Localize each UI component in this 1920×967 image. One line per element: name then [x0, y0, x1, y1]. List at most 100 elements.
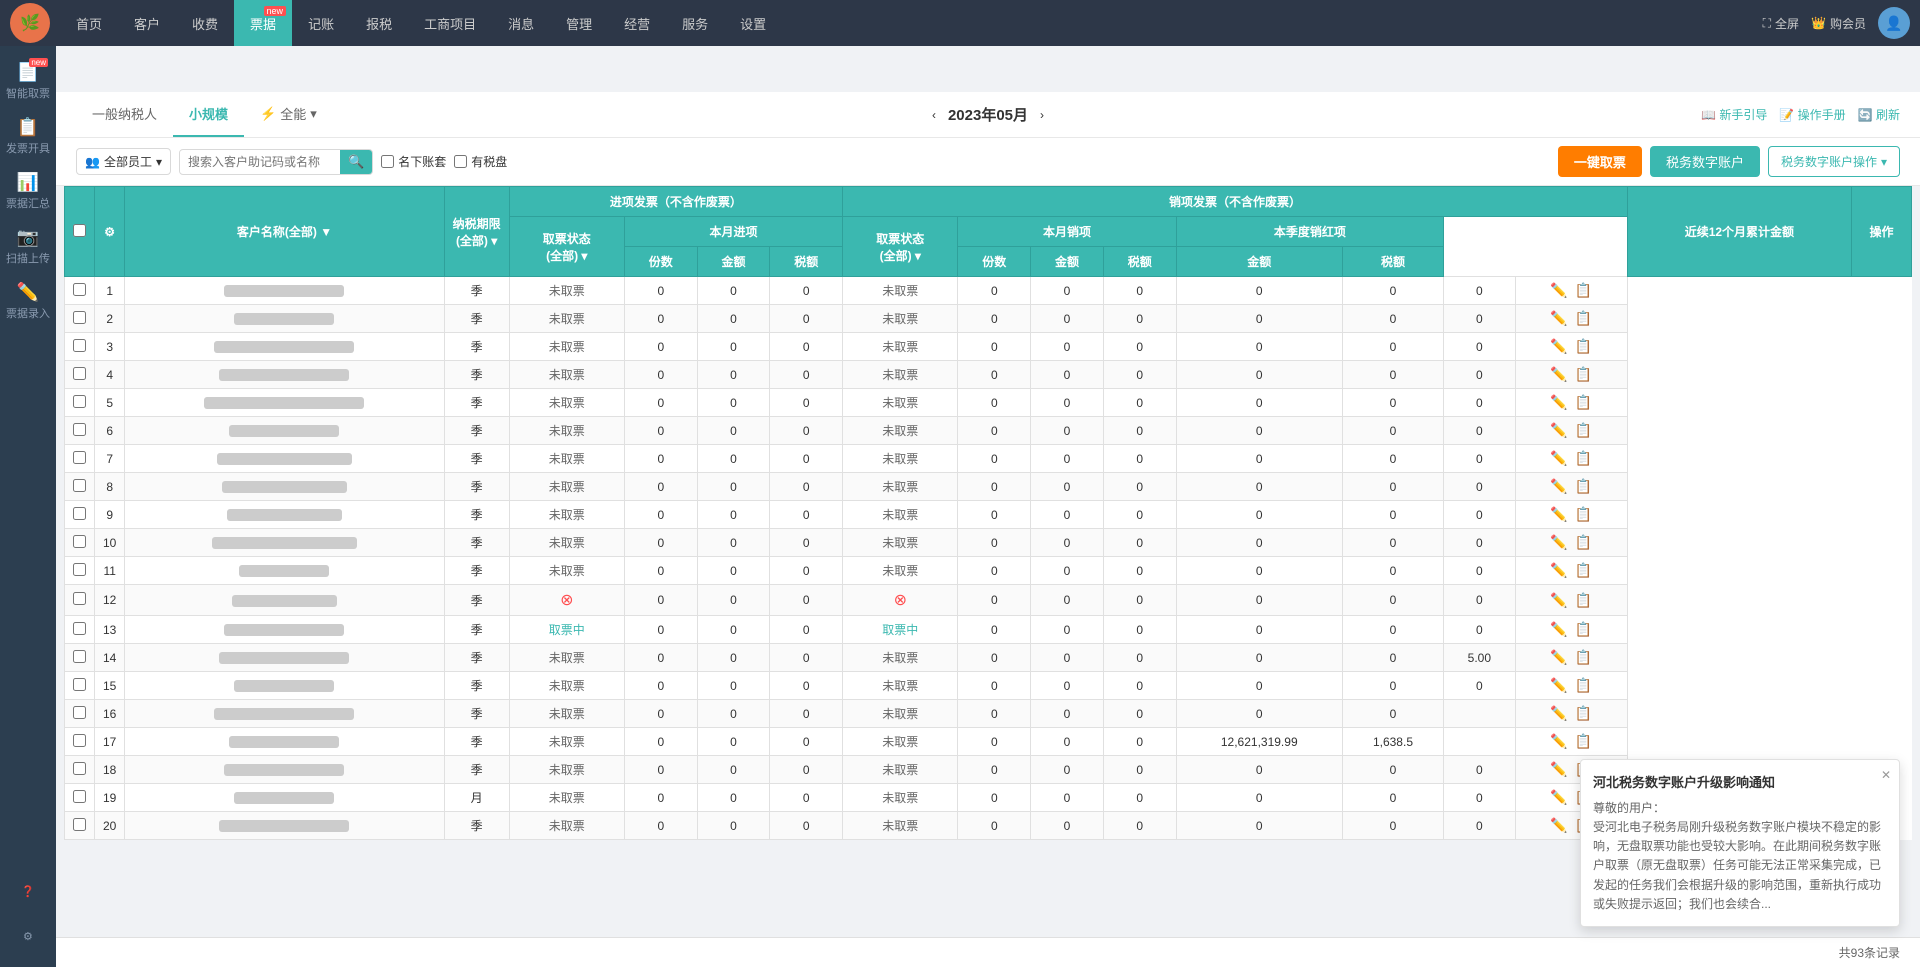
digital-tax-account-btn[interactable]: 税务数字账户: [1650, 146, 1760, 177]
copy-btn[interactable]: 📋: [1575, 705, 1592, 721]
copy-btn[interactable]: 📋: [1575, 422, 1592, 438]
edit-btn[interactable]: ✏️: [1550, 310, 1567, 326]
edit-btn[interactable]: ✏️: [1550, 761, 1567, 777]
row-checkbox[interactable]: [73, 592, 86, 605]
sidebar-item-invoice-summary[interactable]: 📊 票据汇总: [0, 164, 56, 219]
refresh-link[interactable]: 🔄 刷新: [1858, 106, 1900, 123]
row-checkbox[interactable]: [73, 507, 86, 520]
nav-home[interactable]: 首页: [60, 0, 118, 46]
copy-btn[interactable]: 📋: [1575, 338, 1592, 354]
sub-account-checkbox[interactable]: 名下账套: [381, 153, 446, 170]
edit-btn[interactable]: ✏️: [1550, 534, 1567, 550]
edit-btn[interactable]: ✏️: [1550, 677, 1567, 693]
copy-btn[interactable]: 📋: [1575, 450, 1592, 466]
copy-btn[interactable]: 📋: [1575, 478, 1592, 494]
out-status-filter-icon[interactable]: ▾: [915, 249, 921, 263]
row-checkbox[interactable]: [73, 479, 86, 492]
tab-small-scale[interactable]: 小规模: [173, 92, 244, 137]
edit-btn[interactable]: ✏️: [1550, 394, 1567, 410]
manual-link[interactable]: 📝 操作手册: [1779, 106, 1845, 123]
copy-btn[interactable]: 📋: [1575, 649, 1592, 665]
new-guide-link[interactable]: 📖 新手引导: [1701, 106, 1767, 123]
edit-btn[interactable]: ✏️: [1550, 506, 1567, 522]
sidebar-item-invoice-issue[interactable]: 📋 发票开具: [0, 109, 56, 164]
avatar[interactable]: 👤: [1878, 7, 1910, 39]
employee-select[interactable]: 👥 全部员工 ▾: [76, 148, 171, 175]
row-checkbox[interactable]: [73, 650, 86, 663]
nav-operation[interactable]: 经营: [608, 0, 666, 46]
row-checkbox[interactable]: [73, 311, 86, 324]
nav-fees[interactable]: 收费: [176, 0, 234, 46]
edit-btn[interactable]: ✏️: [1550, 478, 1567, 494]
in-status-filter-icon[interactable]: ▾: [581, 249, 587, 263]
copy-btn[interactable]: 📋: [1575, 534, 1592, 550]
row-checkbox[interactable]: [73, 535, 86, 548]
nav-message[interactable]: 消息: [492, 0, 550, 46]
row-checkbox[interactable]: [73, 283, 86, 296]
notification-close-btn[interactable]: ✕: [1881, 768, 1891, 782]
row-checkbox[interactable]: [73, 818, 86, 831]
copy-btn[interactable]: 📋: [1575, 621, 1592, 637]
row-checkbox[interactable]: [73, 762, 86, 775]
nav-invoice[interactable]: 票据 new: [234, 0, 292, 46]
sidebar-help[interactable]: ❓: [21, 877, 35, 906]
member-btn[interactable]: 👑 购会员: [1811, 15, 1866, 32]
nav-accounting[interactable]: 记账: [292, 0, 350, 46]
nav-manage[interactable]: 管理: [550, 0, 608, 46]
edit-btn[interactable]: ✏️: [1550, 450, 1567, 466]
tab-all-capable[interactable]: ⚡ 全能 ▾: [244, 92, 333, 137]
row-checkbox[interactable]: [73, 367, 86, 380]
copy-btn[interactable]: 📋: [1575, 733, 1592, 749]
search-input[interactable]: [180, 151, 340, 173]
row-checkbox[interactable]: [73, 423, 86, 436]
copy-btn[interactable]: 📋: [1575, 592, 1592, 608]
search-button[interactable]: 🔍: [340, 150, 372, 174]
edit-btn[interactable]: ✏️: [1550, 789, 1567, 805]
copy-btn[interactable]: 📋: [1575, 366, 1592, 382]
edit-btn[interactable]: ✏️: [1550, 621, 1567, 637]
edit-btn[interactable]: ✏️: [1550, 705, 1567, 721]
copy-btn[interactable]: 📋: [1575, 506, 1592, 522]
nav-client[interactable]: 客户: [118, 0, 176, 46]
row-checkbox[interactable]: [73, 339, 86, 352]
sidebar-settings-bottom[interactable]: ⚙: [21, 922, 35, 951]
row-checkbox[interactable]: [73, 706, 86, 719]
row-checkbox[interactable]: [73, 451, 86, 464]
period-next-btn[interactable]: ›: [1040, 108, 1044, 122]
row-checkbox[interactable]: [73, 563, 86, 576]
nav-service[interactable]: 服务: [666, 0, 724, 46]
row-checkbox[interactable]: [73, 678, 86, 691]
row-checkbox[interactable]: [73, 790, 86, 803]
copy-btn[interactable]: 📋: [1575, 394, 1592, 410]
sidebar-item-invoice-entry[interactable]: ✏️ 票据录入: [0, 274, 56, 329]
nav-settings[interactable]: 设置: [724, 0, 782, 46]
row-checkbox[interactable]: [73, 395, 86, 408]
copy-btn[interactable]: 📋: [1575, 282, 1592, 298]
copy-btn[interactable]: 📋: [1575, 310, 1592, 326]
period-prev-btn[interactable]: ‹: [932, 108, 936, 122]
copy-btn[interactable]: 📋: [1575, 677, 1592, 693]
digital-tax-ops-btn[interactable]: 税务数字账户操作 ▾: [1768, 146, 1900, 177]
select-all-checkbox[interactable]: [73, 224, 86, 237]
edit-btn[interactable]: ✏️: [1550, 366, 1567, 382]
edit-btn[interactable]: ✏️: [1550, 592, 1567, 608]
edit-btn[interactable]: ✏️: [1550, 562, 1567, 578]
row-checkbox[interactable]: [73, 622, 86, 635]
row-checkbox[interactable]: [73, 734, 86, 747]
nav-tax[interactable]: 报税: [350, 0, 408, 46]
sidebar-item-scan-upload[interactable]: 📷 扫描上传: [0, 219, 56, 274]
one-click-fetch-btn[interactable]: 一键取票: [1558, 146, 1642, 177]
edit-btn[interactable]: ✏️: [1550, 649, 1567, 665]
copy-btn[interactable]: 📋: [1575, 562, 1592, 578]
edit-btn[interactable]: ✏️: [1550, 282, 1567, 298]
edit-btn[interactable]: ✏️: [1550, 817, 1567, 833]
sidebar-item-smart-ticket[interactable]: 📄 智能取票 new: [0, 54, 56, 109]
filter-icon[interactable]: ▾: [491, 234, 497, 248]
has-tax-disc-checkbox[interactable]: 有税盘: [454, 153, 507, 170]
edit-btn[interactable]: ✏️: [1550, 338, 1567, 354]
tab-general-taxpayer[interactable]: 一般纳税人: [76, 92, 173, 137]
fullscreen-btn[interactable]: ⛶ 全屏: [1763, 15, 1799, 32]
edit-btn[interactable]: ✏️: [1550, 733, 1567, 749]
edit-btn[interactable]: ✏️: [1550, 422, 1567, 438]
nav-business[interactable]: 工商项目: [408, 0, 492, 46]
